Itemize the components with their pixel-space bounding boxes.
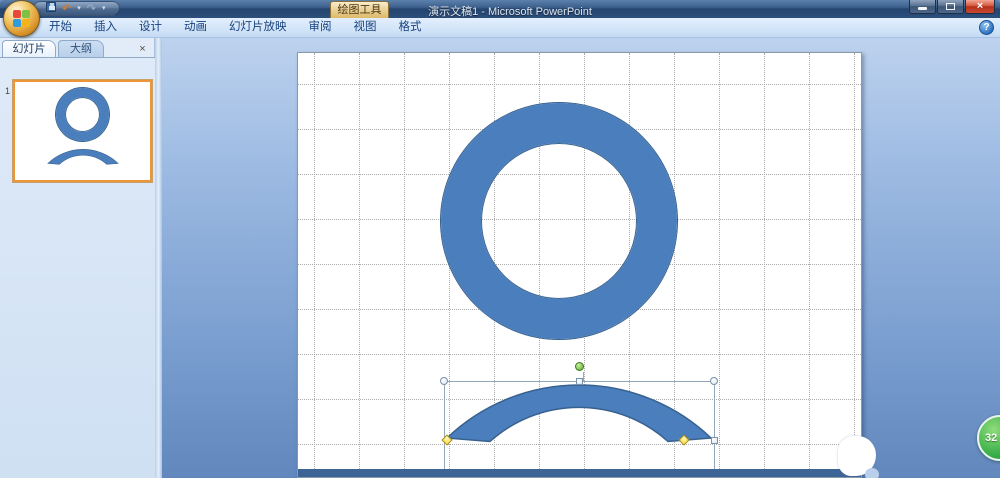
qat-customize-icon[interactable]: ▾ xyxy=(102,4,106,14)
grid-line xyxy=(298,444,861,445)
tab-review[interactable]: 审阅 xyxy=(298,18,343,38)
title-bar: 演示文稿1 - Microsoft PowerPoint × 绘图工具 xyxy=(0,0,1000,18)
panel-splitter[interactable] xyxy=(155,38,162,478)
watermark-cloud-dot xyxy=(865,468,879,478)
close-button[interactable]: × xyxy=(965,0,995,14)
close-icon: × xyxy=(976,0,984,12)
quick-access-toolbar: ↶ ▾ ↷ ▾ xyxy=(33,1,121,16)
minimize-button[interactable] xyxy=(909,0,936,14)
restore-icon xyxy=(946,3,955,10)
resize-handle-top-left[interactable] xyxy=(440,377,448,385)
redo-button[interactable]: ↷ xyxy=(87,3,96,14)
watermark-badge: 32 xyxy=(977,415,1000,461)
tab-view[interactable]: 视图 xyxy=(343,18,388,38)
tab-design[interactable]: 设计 xyxy=(128,18,173,38)
tab-animations[interactable]: 动画 xyxy=(173,18,218,38)
restore-button[interactable] xyxy=(937,0,964,14)
slide-number: 1 xyxy=(5,86,11,96)
grid-line xyxy=(764,53,765,471)
minimize-icon xyxy=(918,7,927,10)
window-controls: × xyxy=(908,0,995,14)
ribbon-tabs: 开始 插入 设计 动画 幻灯片放映 审阅 视图 格式 xyxy=(38,18,433,38)
undo-dropdown-icon[interactable]: ▾ xyxy=(77,4,81,14)
office-button[interactable] xyxy=(3,0,40,37)
grid-line xyxy=(404,53,405,471)
resize-handle-right-middle[interactable] xyxy=(711,437,718,444)
save-button[interactable] xyxy=(46,2,56,15)
tab-home[interactable]: 开始 xyxy=(38,18,83,38)
grid-line xyxy=(298,354,861,355)
tab-insert[interactable]: 插入 xyxy=(83,18,128,38)
canvas-bottom-strip xyxy=(298,469,861,477)
tab-format[interactable]: 格式 xyxy=(388,18,433,38)
ribbon-tab-strip: 开始 插入 设计 动画 幻灯片放映 审阅 视图 格式 ? xyxy=(0,18,1000,38)
slides-panel: 幻灯片 大纲 × 1 xyxy=(0,38,155,478)
grid-line xyxy=(314,53,315,471)
undo-button[interactable]: ↶ xyxy=(62,3,71,14)
drawing-tools-contextual-label: 绘图工具 xyxy=(330,1,389,18)
save-icon xyxy=(46,2,56,12)
grid-line xyxy=(809,53,810,471)
tab-slideshow[interactable]: 幻灯片放映 xyxy=(218,18,298,38)
workspace: 32 xyxy=(162,38,1000,478)
thumbnail-donut-shape xyxy=(56,88,109,141)
grid-line xyxy=(854,53,855,471)
selection-right-edge xyxy=(714,381,715,471)
rotate-handle-stem xyxy=(583,372,584,382)
watermark-badge-text: 32 xyxy=(985,432,998,444)
slides-list: 1 xyxy=(0,57,155,478)
block-arc-shape[interactable] xyxy=(444,381,714,443)
donut-shape[interactable] xyxy=(441,103,677,339)
help-icon[interactable]: ? xyxy=(979,20,994,35)
grid-line xyxy=(359,53,360,471)
slide-canvas[interactable] xyxy=(297,52,862,478)
window-title: 演示文稿1 - Microsoft PowerPoint xyxy=(428,6,592,18)
office-logo-icon xyxy=(13,10,31,28)
panel-close-icon[interactable]: × xyxy=(136,43,149,56)
resize-handle-top-middle[interactable] xyxy=(576,378,583,385)
rotate-handle[interactable] xyxy=(575,362,584,371)
selection-left-edge xyxy=(444,381,445,471)
tab-slides[interactable]: 幻灯片 xyxy=(2,40,56,57)
slides-panel-tabs: 幻灯片 大纲 × xyxy=(0,40,155,57)
thumbnail-arc-shape xyxy=(47,149,119,165)
slide-thumbnail[interactable] xyxy=(13,80,152,182)
resize-handle-top-right[interactable] xyxy=(710,377,718,385)
grid-line xyxy=(719,53,720,471)
grid-line xyxy=(298,84,861,85)
tab-outline[interactable]: 大纲 xyxy=(58,40,104,57)
